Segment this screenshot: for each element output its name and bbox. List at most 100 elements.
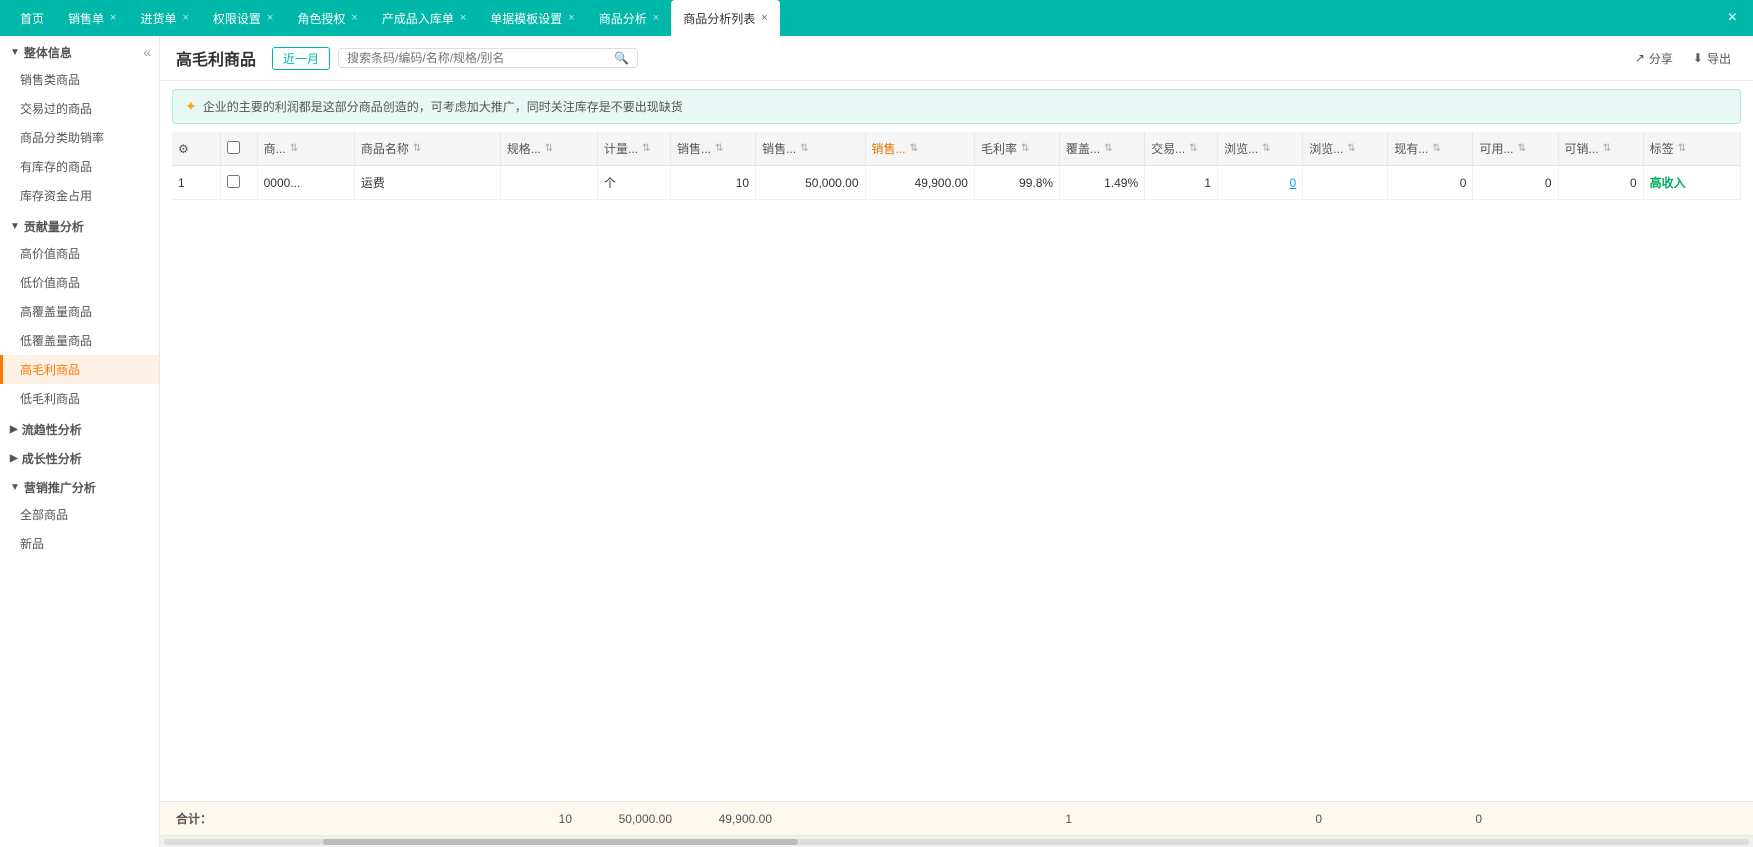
th-browse2[interactable]: 浏览... ⇅ bbox=[1303, 132, 1388, 166]
sort-icon: ⇅ bbox=[1021, 143, 1029, 154]
sidebar-group-trend[interactable]: 流趋性分析 bbox=[0, 413, 159, 442]
sort-icon: ⇅ bbox=[715, 143, 723, 154]
sort-icon: ⇅ bbox=[1678, 143, 1686, 154]
cell-sales-net: 49,900.00 bbox=[865, 166, 974, 200]
nav-permission-settings[interactable]: 权限设置 × bbox=[201, 0, 285, 36]
nav-template-settings[interactable]: 单据模板设置 × bbox=[478, 0, 586, 36]
nav-home[interactable]: 首页 bbox=[8, 0, 56, 36]
nav-role-auth[interactable]: 角色授权 × bbox=[285, 0, 369, 36]
sidebar-item-in-stock-goods[interactable]: 有库存的商品 bbox=[0, 152, 159, 181]
row-checkbox[interactable] bbox=[227, 175, 240, 188]
expand-arrow-icon bbox=[10, 221, 20, 232]
sort-icon: ⇅ bbox=[910, 143, 918, 154]
th-sellable[interactable]: 可销... ⇅ bbox=[1558, 132, 1643, 166]
sort-icon: ⇅ bbox=[800, 143, 808, 154]
th-profit-rate[interactable]: 毛利率 ⇅ bbox=[974, 132, 1059, 166]
sidebar-item-high-coverage[interactable]: 高覆盖量商品 bbox=[0, 297, 159, 326]
th-sales-amt[interactable]: 销售... ⇅ bbox=[756, 132, 865, 166]
top-navigation: 首页 销售单 × 进货单 × 权限设置 × 角色授权 × 产成品入库单 × 单据… bbox=[0, 0, 1753, 36]
content-header: 高毛利商品 近一月 🔍 ↗ 分享 ⬇ 导出 bbox=[160, 36, 1753, 81]
sidebar-item-high-margin[interactable]: 高毛利商品 bbox=[0, 355, 159, 384]
th-tag[interactable]: 标签 ⇅ bbox=[1643, 132, 1740, 166]
footer-sales-qty: 10 bbox=[492, 812, 572, 826]
footer-sales-net: 49,900.00 bbox=[692, 812, 772, 826]
sidebar-item-category-rate[interactable]: 商品分类助销率 bbox=[0, 123, 159, 152]
sidebar-item-low-coverage[interactable]: 低覆盖量商品 bbox=[0, 326, 159, 355]
sort-icon: ⇅ bbox=[1432, 143, 1440, 154]
table-header-row: ⚙ 商... ⇅ 商品名称 bbox=[172, 132, 1741, 166]
export-button[interactable]: ⬇ 导出 bbox=[1687, 48, 1737, 69]
cell-sales-amt: 50,000.00 bbox=[756, 166, 865, 200]
sort-icon: ⇅ bbox=[1104, 143, 1112, 154]
cell-check[interactable] bbox=[221, 166, 257, 200]
horizontal-scrollbar[interactable] bbox=[160, 835, 1753, 847]
nav-purchase-order[interactable]: 进货单 × bbox=[128, 0, 200, 36]
share-icon: ↗ bbox=[1635, 51, 1645, 65]
content-area: 高毛利商品 近一月 🔍 ↗ 分享 ⬇ 导出 ✦ 企业的主要的利润都是这部分商品创… bbox=[160, 36, 1753, 847]
scrollbar-thumb[interactable] bbox=[323, 839, 799, 845]
sidebar-item-low-value[interactable]: 低价值商品 bbox=[0, 268, 159, 297]
header-actions: ↗ 分享 ⬇ 导出 bbox=[1629, 48, 1737, 69]
th-stock2[interactable]: 可用... ⇅ bbox=[1473, 132, 1558, 166]
footer-sellable: 0 bbox=[1402, 812, 1482, 826]
th-sales-net[interactable]: 销售... ⇅ bbox=[865, 132, 974, 166]
select-all-checkbox[interactable] bbox=[227, 141, 240, 154]
table-container[interactable]: ⚙ 商... ⇅ 商品名称 bbox=[160, 132, 1753, 801]
close-icon[interactable]: × bbox=[653, 12, 659, 24]
close-icon[interactable]: × bbox=[267, 12, 273, 24]
cell-tag: 高收入 bbox=[1643, 166, 1740, 200]
cell-name: 运费 bbox=[354, 166, 500, 200]
sidebar-item-traded-goods[interactable]: 交易过的商品 bbox=[0, 94, 159, 123]
expand-arrow-icon bbox=[10, 482, 20, 493]
sort-icon: ⇅ bbox=[642, 143, 650, 154]
close-icon[interactable]: × bbox=[568, 12, 574, 24]
nav-finished-goods[interactable]: 产成品入库单 × bbox=[370, 0, 478, 36]
close-icon[interactable]: × bbox=[761, 12, 767, 24]
th-check bbox=[221, 132, 257, 166]
sidebar-group-contribution[interactable]: 贡献量分析 bbox=[0, 210, 159, 239]
close-icon[interactable]: × bbox=[460, 12, 466, 24]
info-icon: ✦ bbox=[185, 98, 197, 115]
search-input[interactable] bbox=[347, 51, 614, 65]
th-cover[interactable]: 覆盖... ⇅ bbox=[1060, 132, 1145, 166]
nav-sales-order[interactable]: 销售单 × bbox=[56, 0, 128, 36]
close-icon[interactable]: × bbox=[351, 12, 357, 24]
sidebar-item-stock-capital[interactable]: 库存资金占用 bbox=[0, 181, 159, 210]
th-seq: ⚙ bbox=[172, 132, 221, 166]
expand-arrow-icon bbox=[10, 47, 20, 58]
sidebar-item-low-margin[interactable]: 低毛利商品 bbox=[0, 384, 159, 413]
th-name[interactable]: 商品名称 ⇅ bbox=[354, 132, 500, 166]
sort-icon: ⇅ bbox=[1603, 143, 1611, 154]
th-spec[interactable]: 规格... ⇅ bbox=[500, 132, 597, 166]
sidebar-collapse-button[interactable]: « bbox=[143, 44, 151, 60]
sidebar-item-high-value[interactable]: 高价值商品 bbox=[0, 239, 159, 268]
th-sales-qty[interactable]: 销售... ⇅ bbox=[670, 132, 755, 166]
sidebar-item-all-goods[interactable]: 全部商品 bbox=[0, 500, 159, 529]
table-row: 1 0000... 运费 bbox=[172, 166, 1741, 200]
th-code[interactable]: 商... ⇅ bbox=[257, 132, 354, 166]
export-icon: ⬇ bbox=[1693, 51, 1703, 65]
th-trade[interactable]: 交易... ⇅ bbox=[1145, 132, 1218, 166]
sidebar-item-new-goods[interactable]: 新品 bbox=[0, 529, 159, 558]
settings-icon[interactable]: ⚙ bbox=[178, 142, 189, 156]
nav-analysis-list[interactable]: 商品分析列表 × bbox=[671, 0, 779, 36]
share-button[interactable]: ↗ 分享 bbox=[1629, 48, 1679, 69]
time-filter-button[interactable]: 近一月 bbox=[272, 47, 330, 70]
cell-stock1: 0 bbox=[1388, 166, 1473, 200]
sort-icon: ⇅ bbox=[1262, 143, 1270, 154]
close-icon[interactable]: × bbox=[110, 12, 116, 24]
sort-icon: ⇅ bbox=[1347, 143, 1355, 154]
sidebar-group-marketing[interactable]: 营销推广分析 bbox=[0, 471, 159, 500]
sidebar-group-growth[interactable]: 成长性分析 bbox=[0, 442, 159, 471]
th-browse1[interactable]: 浏览... ⇅ bbox=[1218, 132, 1303, 166]
search-icon[interactable]: 🔍 bbox=[614, 51, 629, 65]
close-icon[interactable]: × bbox=[182, 12, 188, 24]
scrollbar-track[interactable] bbox=[164, 839, 1749, 845]
sidebar-group-overview[interactable]: 整体信息 bbox=[0, 36, 159, 65]
window-close-button[interactable]: × bbox=[1720, 9, 1745, 27]
nav-product-analysis[interactable]: 商品分析 × bbox=[587, 0, 671, 36]
cell-browse1[interactable]: 0 bbox=[1218, 166, 1303, 200]
th-unit[interactable]: 计量... ⇅ bbox=[598, 132, 671, 166]
sidebar-item-sales-goods[interactable]: 销售类商品 bbox=[0, 65, 159, 94]
th-stock1[interactable]: 现有... ⇅ bbox=[1388, 132, 1473, 166]
